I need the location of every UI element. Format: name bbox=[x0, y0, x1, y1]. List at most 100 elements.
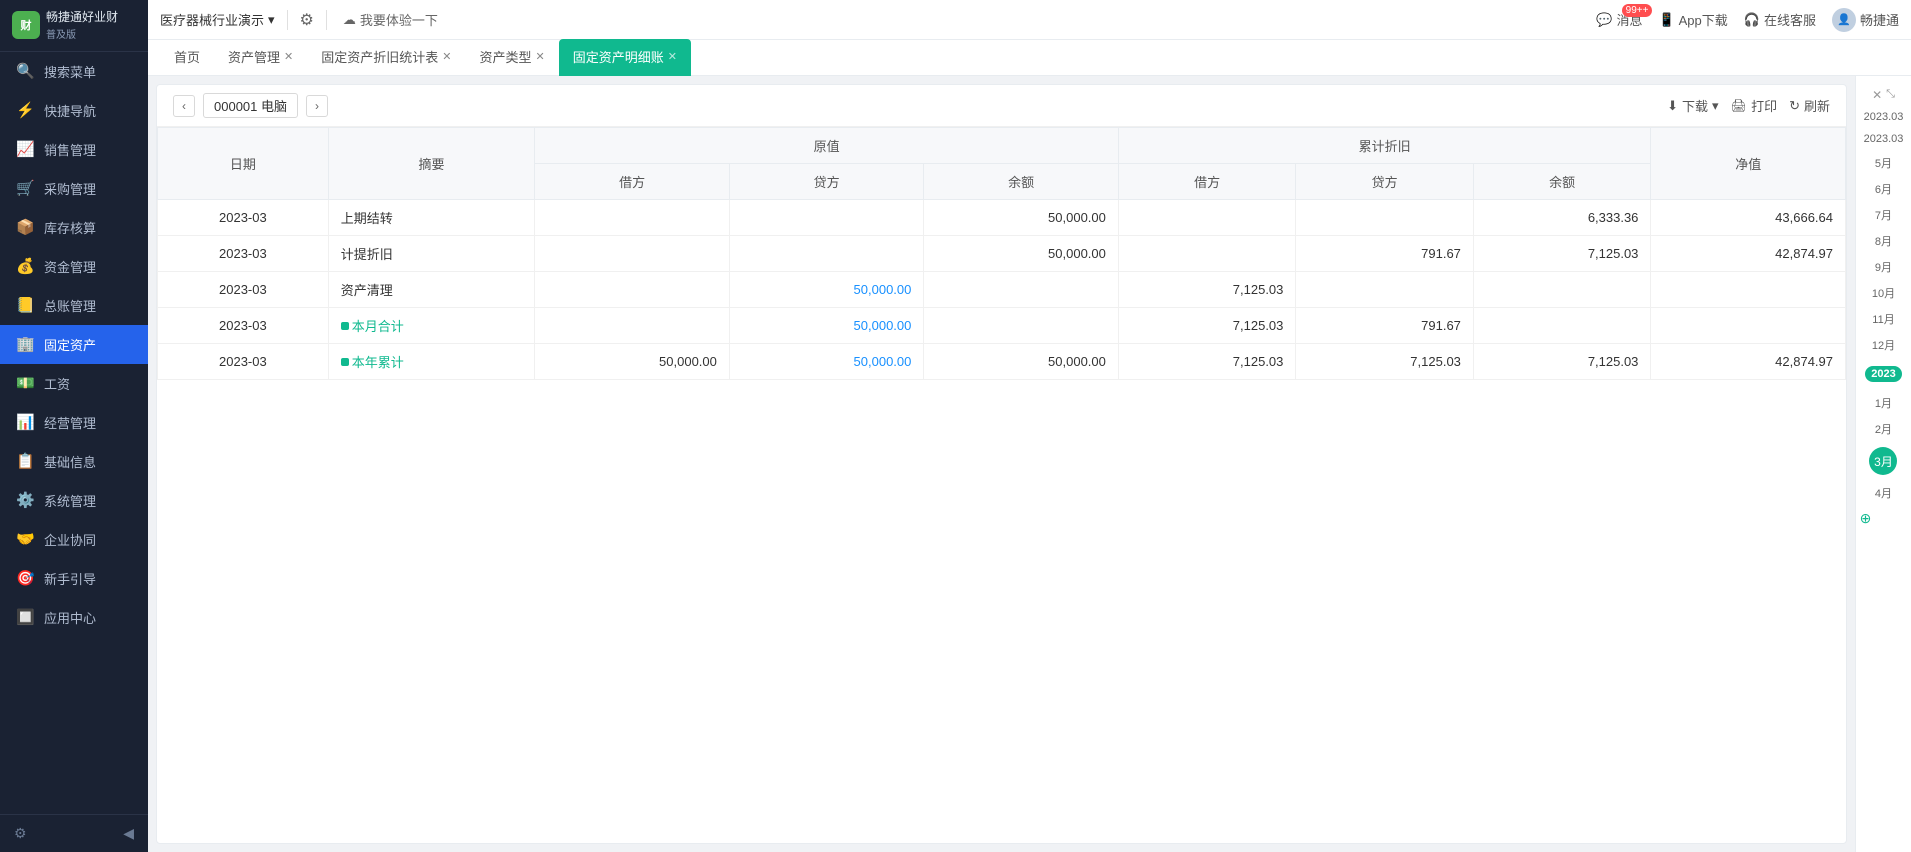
topbar-right: 💬 消息 99+ 📱 App下载 🎧 在线客服 👤 畅捷通 bbox=[1596, 8, 1899, 32]
timeline-year[interactable]: 2023.03 bbox=[1860, 128, 1908, 150]
timeline-active-month[interactable]: 3月 bbox=[1869, 447, 1897, 475]
col-lj-debit: 借方 bbox=[1118, 164, 1296, 200]
settings-footer-icon[interactable]: ⚙ bbox=[14, 825, 27, 842]
sidebar-item-salary[interactable]: 💵 工资 bbox=[0, 364, 148, 403]
timeline-month[interactable]: 3月 bbox=[1860, 442, 1908, 480]
tab-close-depreciation-stat[interactable]: ✕ bbox=[442, 50, 451, 63]
timeline-month[interactable]: 5月 bbox=[1860, 150, 1908, 176]
cell-net bbox=[1651, 272, 1846, 308]
cell-lj-debit: 7,125.03 bbox=[1118, 344, 1296, 380]
topbar: 医疗器械行业演示 ▾ ⚙ ☁ 我要体验一下 💬 消息 99+ 📱 App下载 🎧… bbox=[148, 0, 1911, 40]
table-row: 2023-03 资产清理 50,000.00 7,125.03 bbox=[158, 272, 1846, 308]
cell-yz-balance bbox=[924, 272, 1119, 308]
download-label: 下载 bbox=[1682, 96, 1708, 115]
online-service-btn[interactable]: 🎧 在线客服 bbox=[1744, 10, 1816, 29]
timeline-month[interactable]: 4月 bbox=[1860, 480, 1908, 506]
tab-label-depreciation-stat: 固定资产折旧统计表 bbox=[321, 47, 438, 66]
cell-yz-debit bbox=[535, 308, 730, 344]
sidebar-label-apps: 应用中心 bbox=[44, 608, 96, 627]
timeline-month[interactable]: 2月 bbox=[1860, 416, 1908, 442]
timeline-month[interactable]: 7月 bbox=[1860, 202, 1908, 228]
messages-btn[interactable]: 💬 消息 99+ bbox=[1596, 10, 1642, 29]
cell-yz-debit bbox=[535, 200, 730, 236]
sidebar-item-inventory[interactable]: 📦 库存核算 bbox=[0, 208, 148, 247]
tab-asset-type[interactable]: 资产类型 ✕ bbox=[465, 39, 558, 76]
timeline-month[interactable]: 10月 bbox=[1860, 280, 1908, 306]
timeline-month[interactable]: 12月 bbox=[1860, 332, 1908, 358]
print-btn[interactable]: 🖨 打印 bbox=[1731, 96, 1778, 115]
download-btn[interactable]: ⬇ 下载 ▾ bbox=[1667, 96, 1718, 115]
timeline-scroll-down[interactable]: ⊕ bbox=[1860, 510, 1908, 527]
timeline-close-icon[interactable]: ✕ bbox=[1872, 88, 1882, 102]
cell-yz-debit bbox=[535, 236, 730, 272]
timeline-expand-icon[interactable]: ⤡ bbox=[1886, 88, 1895, 102]
sidebar-label-salary: 工资 bbox=[44, 374, 70, 393]
cell-summary: 本年累计 bbox=[328, 344, 535, 380]
sidebar-icon-apps: 🔲 bbox=[16, 608, 34, 626]
cell-yz-debit: 50,000.00 bbox=[535, 344, 730, 380]
sidebar-icon-system: ⚙️ bbox=[16, 491, 34, 509]
sidebar-item-sales[interactable]: 📈 销售管理 bbox=[0, 130, 148, 169]
col-net: 净值 bbox=[1651, 128, 1846, 200]
tab-close-asset-mgmt[interactable]: ✕ bbox=[284, 50, 293, 63]
tab-asset-detail[interactable]: 固定资产明细账✕ bbox=[559, 39, 691, 76]
company-selector[interactable]: 医疗器械行业演示 ▾ bbox=[160, 10, 275, 29]
topbar-settings-icon[interactable]: ⚙ bbox=[300, 10, 314, 30]
cell-summary: 上期结转 bbox=[328, 200, 535, 236]
cell-summary: 计提折旧 bbox=[328, 236, 535, 272]
sidebar-item-fixedasset[interactable]: 🏢 固定资产 bbox=[0, 325, 148, 364]
tab-label-asset-type: 资产类型 bbox=[479, 47, 531, 66]
cell-net: 43,666.64 bbox=[1651, 200, 1846, 236]
next-asset-btn[interactable]: › bbox=[306, 95, 328, 117]
sidebar-item-operation[interactable]: 📊 经营管理 bbox=[0, 403, 148, 442]
prev-asset-btn[interactable]: ‹ bbox=[173, 95, 195, 117]
timeline-month[interactable]: 11月 bbox=[1860, 306, 1908, 332]
sidebar-item-basic[interactable]: 📋 基础信息 bbox=[0, 442, 148, 481]
cell-lj-balance: 7,125.03 bbox=[1473, 236, 1651, 272]
tab-close-asset-type[interactable]: ✕ bbox=[536, 50, 545, 63]
experience-label: 我要体验一下 bbox=[360, 10, 438, 29]
app-label: App下载 bbox=[1679, 10, 1728, 29]
app-download-btn[interactable]: 📱 App下载 bbox=[1658, 10, 1727, 29]
avatar: 👤 bbox=[1832, 8, 1856, 32]
table-row: 2023-03 本年累计 50,000.00 50,000.00 50,000.… bbox=[158, 344, 1846, 380]
timeline-month[interactable]: 9月 bbox=[1860, 254, 1908, 280]
cell-lj-debit bbox=[1118, 200, 1296, 236]
sidebar-label-inventory: 库存核算 bbox=[44, 218, 96, 237]
timeline-month[interactable]: 1月 bbox=[1860, 390, 1908, 416]
sidebar-item-search[interactable]: 🔍 搜索菜单 bbox=[0, 52, 148, 91]
cell-lj-debit bbox=[1118, 236, 1296, 272]
collapse-icon[interactable]: ◀ bbox=[123, 825, 134, 842]
sidebar-item-ledger[interactable]: 📒 总账管理 bbox=[0, 286, 148, 325]
row-tag: 本月合计 bbox=[341, 316, 404, 335]
sidebar-item-quicknav[interactable]: ⚡ 快捷导航 bbox=[0, 91, 148, 130]
tab-depreciation-stat[interactable]: 固定资产折旧统计表 ✕ bbox=[307, 39, 465, 76]
sidebar-item-collab[interactable]: 🤝 企业协同 bbox=[0, 520, 148, 559]
user-btn[interactable]: 👤 畅捷通 bbox=[1832, 8, 1899, 32]
sidebar-label-finance: 资金管理 bbox=[44, 257, 96, 276]
refresh-btn[interactable]: ↻ 刷新 bbox=[1789, 96, 1830, 115]
sidebar-item-system[interactable]: ⚙️ 系统管理 bbox=[0, 481, 148, 520]
col-yuanzhi: 原值 bbox=[535, 128, 1119, 164]
sidebar-item-purchase[interactable]: 🛒 采购管理 bbox=[0, 169, 148, 208]
experience-btn[interactable]: ☁ 我要体验一下 bbox=[343, 10, 438, 29]
col-summary: 摘要 bbox=[328, 128, 535, 200]
download-icon: ⬇ bbox=[1667, 98, 1678, 114]
sidebar-item-guide[interactable]: 🎯 新手引导 bbox=[0, 559, 148, 598]
sidebar-label-collab: 企业协同 bbox=[44, 530, 96, 549]
timeline-year[interactable]: 2023.03 bbox=[1860, 106, 1908, 128]
tab-home[interactable]: 首页 bbox=[160, 39, 214, 76]
sidebar-item-finance[interactable]: 💰 资金管理 bbox=[0, 247, 148, 286]
asset-nav: ‹ 000001 电脑 › bbox=[173, 93, 328, 118]
cell-net bbox=[1651, 308, 1846, 344]
tab-asset-mgmt[interactable]: 资产管理✕ bbox=[214, 39, 307, 76]
cell-yz-credit bbox=[729, 200, 924, 236]
timeline-month[interactable]: 8月 bbox=[1860, 228, 1908, 254]
cell-lj-balance bbox=[1473, 308, 1651, 344]
sidebar-label-system: 系统管理 bbox=[44, 491, 96, 510]
sidebar-icon-purchase: 🛒 bbox=[16, 179, 34, 197]
tab-close-asset-detail[interactable]: ✕ bbox=[668, 50, 677, 63]
timeline-year-badge[interactable]: 2023 bbox=[1865, 366, 1901, 382]
timeline-month[interactable]: 6月 bbox=[1860, 176, 1908, 202]
sidebar-item-apps[interactable]: 🔲 应用中心 bbox=[0, 598, 148, 637]
